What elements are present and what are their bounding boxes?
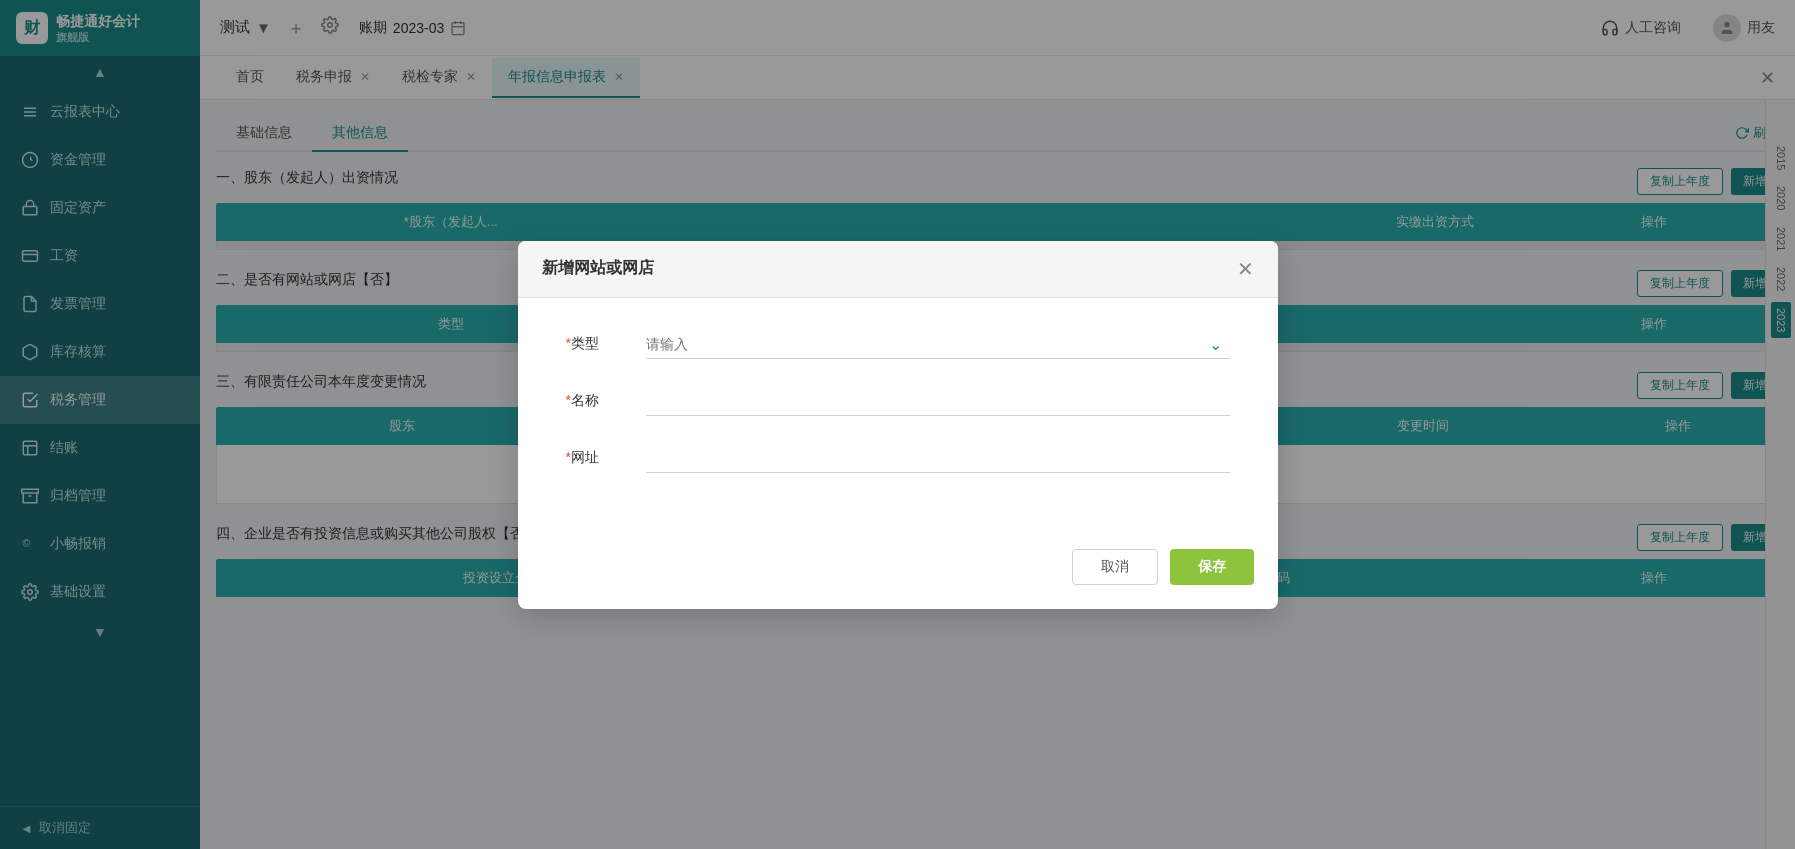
dialog-header: 新增网站或网店 ✕ xyxy=(518,241,1278,298)
save-button[interactable]: 保存 xyxy=(1170,549,1254,585)
form-field-url: *网址 xyxy=(566,444,1230,473)
name-input-wrap xyxy=(646,387,1230,416)
dialog-title: 新增网站或网店 xyxy=(542,258,654,279)
url-input[interactable] xyxy=(646,444,1230,473)
type-label: *类型 xyxy=(566,335,646,353)
form-field-name: *名称 xyxy=(566,387,1230,416)
dialog-footer: 取消 保存 xyxy=(518,533,1278,609)
dialog-close-button[interactable]: ✕ xyxy=(1237,257,1254,281)
form-field-type: *类型 ⌄ xyxy=(566,330,1230,359)
type-input-wrap: ⌄ xyxy=(646,330,1230,359)
url-input-wrap xyxy=(646,444,1230,473)
url-label: *网址 xyxy=(566,449,646,467)
dialog-overlay: 新增网站或网店 ✕ *类型 ⌄ *名称 xyxy=(0,0,1795,849)
name-input[interactable] xyxy=(646,387,1230,416)
type-input[interactable] xyxy=(646,330,1230,359)
cancel-button[interactable]: 取消 xyxy=(1072,549,1158,585)
name-label: *名称 xyxy=(566,392,646,410)
add-website-dialog: 新增网站或网店 ✕ *类型 ⌄ *名称 xyxy=(518,241,1278,609)
dialog-body: *类型 ⌄ *名称 *网址 xyxy=(518,298,1278,533)
